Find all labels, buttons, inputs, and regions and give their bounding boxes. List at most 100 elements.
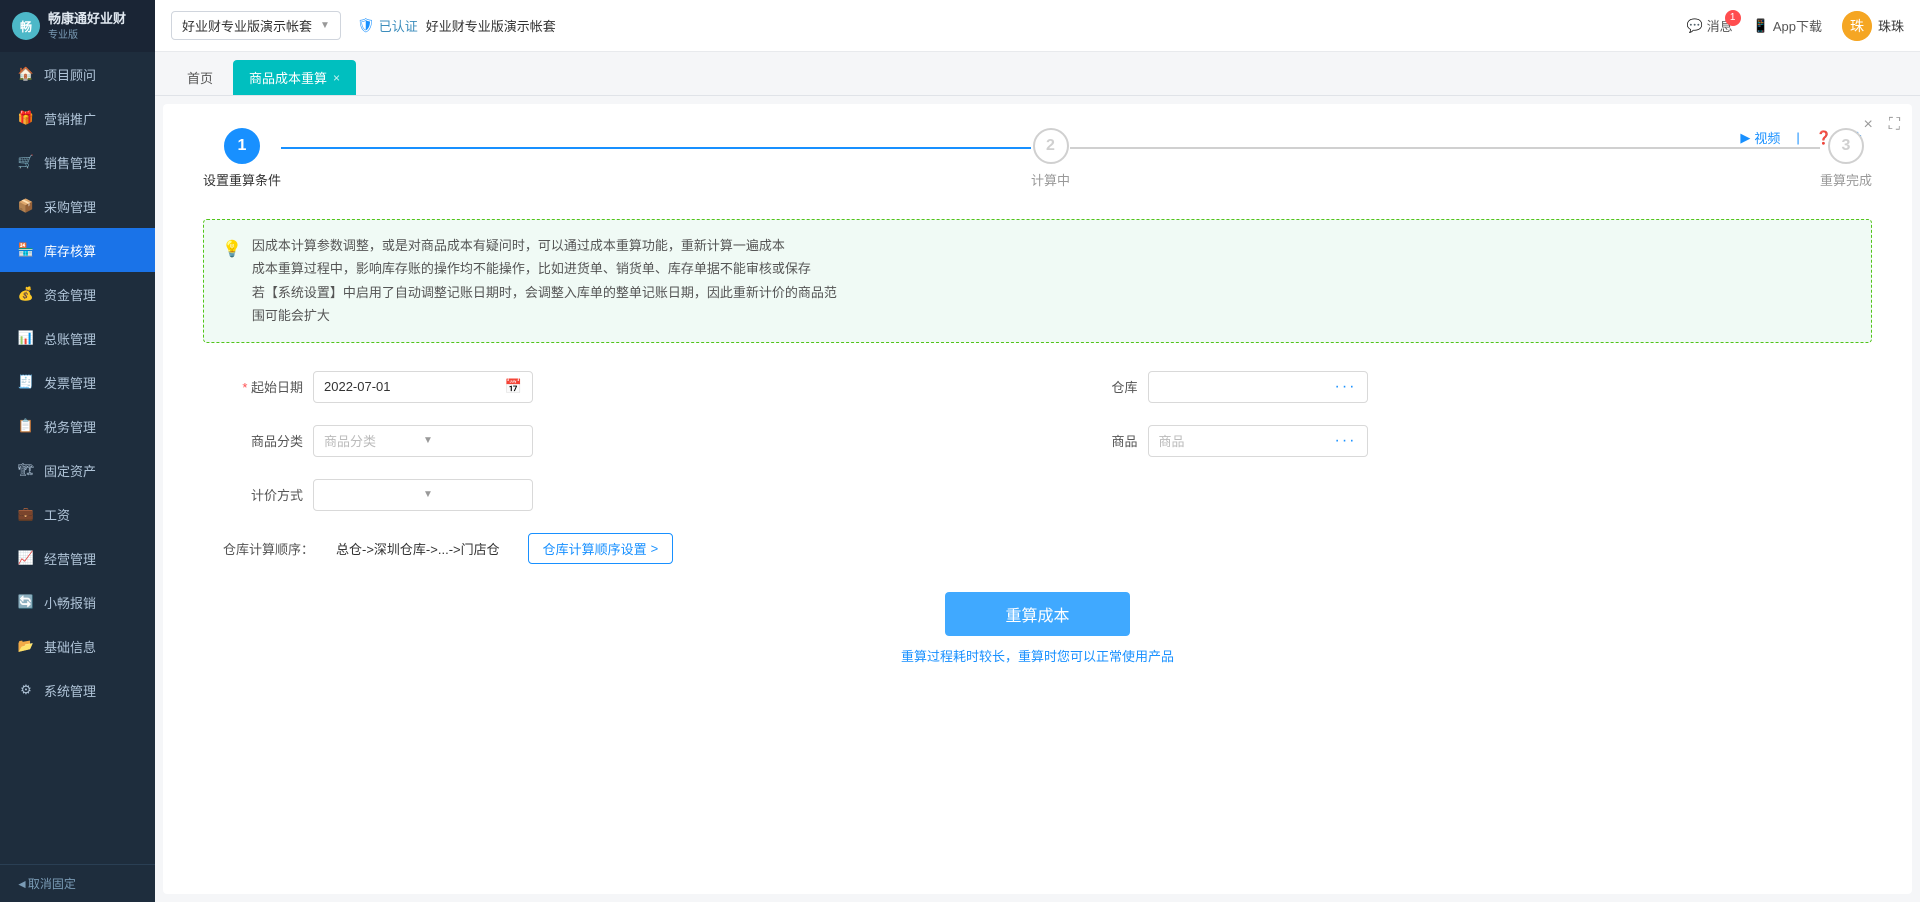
sidebar: 畅 畅康通好业财 专业版 🏠 项目顾问 🎁 营销推广 🛒 销售管理 📦 采购管理… xyxy=(0,0,155,902)
msg-badge: 1 xyxy=(1725,10,1741,26)
step-2-label: 计算中 xyxy=(1031,170,1070,189)
topbar-right: 💬 消息 1 📱 App下载 珠 珠珠 xyxy=(1686,11,1904,41)
app-download-button[interactable]: 📱 App下载 xyxy=(1753,16,1822,35)
sidebar-item-finance[interactable]: 💰 资金管理 xyxy=(0,272,155,316)
sidebar-item-system[interactable]: ⚙ 系统管理 xyxy=(0,668,155,712)
accounting-icon: 📊 xyxy=(16,328,36,348)
step-1-label: 设置重算条件 xyxy=(203,170,281,189)
warehouse-label: 仓库 xyxy=(1058,377,1138,396)
avatar-image: 珠 xyxy=(1842,11,1872,41)
info-line-1: 因成本计算参数调整，或是对商品成本有疑问时，可以通过成本重算功能，重新计算一遍成… xyxy=(252,234,837,257)
sidebar-unpin[interactable]: ◄取消固定 xyxy=(0,864,155,902)
msg-button[interactable]: 💬 消息 1 xyxy=(1686,16,1732,35)
pricing-select[interactable]: ▼ xyxy=(313,479,533,511)
form-row-1: 起始日期 📅 仓库 ··· xyxy=(223,371,1852,403)
sidebar-item-salary[interactable]: 💼 工资 xyxy=(0,492,155,536)
phone-icon: 📱 xyxy=(1753,18,1769,34)
sidebar-item-purchase[interactable]: 📦 采购管理 xyxy=(0,184,155,228)
tab-cost-recalc[interactable]: 商品成本重算 × xyxy=(233,60,356,95)
start-date-label: 起始日期 xyxy=(223,377,303,396)
form-row-3: 计价方式 ▼ xyxy=(223,479,1852,511)
recalc-button[interactable]: 重算成本 xyxy=(945,592,1129,636)
user-name: 珠珠 xyxy=(1878,16,1904,35)
salary-icon: 💼 xyxy=(16,504,36,524)
step-3-circle: 3 xyxy=(1828,128,1864,164)
category-placeholder: 商品分类 xyxy=(324,431,423,450)
tab-home[interactable]: 首页 xyxy=(171,60,229,95)
warehouse-input[interactable]: ··· xyxy=(1148,371,1368,403)
video-help-button[interactable]: ▶ 视频 xyxy=(1740,128,1780,147)
sidebar-item-accounting[interactable]: 📊 总账管理 xyxy=(0,316,155,360)
sidebar-item-inventory[interactable]: 🏪 库存核算 xyxy=(0,228,155,272)
sidebar-label-basic: 基础信息 xyxy=(44,637,96,656)
sidebar-item-project[interactable]: 🏠 项目顾问 xyxy=(0,52,155,96)
goods-input[interactable]: 商品 ··· xyxy=(1148,425,1368,457)
sidebar-item-basic[interactable]: 📂 基础信息 xyxy=(0,624,155,668)
system-icon: ⚙ xyxy=(16,680,36,700)
chevron-down-icon: ▼ xyxy=(320,20,330,31)
start-date-input[interactable]: 📅 xyxy=(313,371,533,403)
marketing-icon: 🎁 xyxy=(16,108,36,128)
app-title: 畅康通好业财 xyxy=(48,11,126,27)
expense-icon: 🔄 xyxy=(16,592,36,612)
msg-icon: 💬 xyxy=(1686,18,1702,34)
sidebar-item-assets[interactable]: 🏗 固定资产 xyxy=(0,448,155,492)
sidebar-nav: 🏠 项目顾问 🎁 营销推广 🛒 销售管理 📦 采购管理 🏪 库存核算 💰 资金管… xyxy=(0,52,155,864)
play-icon: ▶ xyxy=(1740,130,1750,146)
sidebar-label-salary: 工资 xyxy=(44,505,70,524)
info-line-2: 成本重算过程中，影响库存账的操作均不能操作，比如进货单、销货单、库存单据不能审核… xyxy=(252,257,837,280)
start-date-value[interactable] xyxy=(324,379,505,394)
certified-badge: 🛡 已认证 xyxy=(357,16,418,35)
warehouse-order-setting-button[interactable]: 仓库计算顺序设置 > xyxy=(528,533,674,564)
operation-icon: 📈 xyxy=(16,548,36,568)
project-icon: 🏠 xyxy=(16,64,36,84)
sidebar-item-expense[interactable]: 🔄 小畅报销 xyxy=(0,580,155,624)
expand-button[interactable]: ⛶ xyxy=(1885,112,1904,138)
sidebar-label-invoice: 发票管理 xyxy=(44,373,96,392)
sidebar-item-marketing[interactable]: 🎁 营销推广 xyxy=(0,96,155,140)
purchase-icon: 📦 xyxy=(16,196,36,216)
category-label: 商品分类 xyxy=(223,431,303,450)
recalc-hint: 重算过程耗时较长，重算时您可以正常使用产品 xyxy=(901,646,1174,665)
sidebar-label-operation: 经营管理 xyxy=(44,549,96,568)
video-label: 视频 xyxy=(1754,128,1780,147)
warehouse-order-row: 仓库计算顺序： 总仓->深圳仓库->...->门店仓 仓库计算顺序设置 > xyxy=(223,533,1852,564)
recalc-section: 重算成本 重算过程耗时较长，重算时您可以正常使用产品 xyxy=(203,592,1872,665)
assets-icon: 🏗 xyxy=(16,460,36,480)
pricing-label: 计价方式 xyxy=(223,485,303,504)
account-selector[interactable]: 好业财专业版演示帐套 ▼ xyxy=(171,11,341,40)
basic-icon: 📂 xyxy=(16,636,36,656)
more-icon: ··· xyxy=(1335,378,1357,396)
main-area: 好业财专业版演示帐套 ▼ 🛡 已认证 好业财专业版演示帐套 💬 消息 1 📱 A… xyxy=(155,0,1920,902)
calendar-icon[interactable]: 📅 xyxy=(505,378,522,395)
step-3: 3 重算完成 xyxy=(1820,128,1872,189)
sidebar-label-sales: 销售管理 xyxy=(44,153,96,172)
start-date-field: 起始日期 📅 xyxy=(223,371,1018,403)
sidebar-label-accounting: 总账管理 xyxy=(44,329,96,348)
info-line-4: 围可能会扩大 xyxy=(252,304,837,327)
step-2-circle: 2 xyxy=(1033,128,1069,164)
user-profile[interactable]: 珠 珠珠 xyxy=(1842,11,1904,41)
sidebar-label-expense: 小畅报销 xyxy=(44,593,96,612)
pricing-field: 计价方式 ▼ xyxy=(223,479,1018,511)
warehouse-field: 仓库 ··· xyxy=(1058,371,1853,403)
sidebar-item-operation[interactable]: 📈 经营管理 xyxy=(0,536,155,580)
tabbar: 首页 商品成本重算 × xyxy=(155,52,1920,96)
sidebar-logo: 畅 畅康通好业财 专业版 xyxy=(0,0,155,52)
avatar: 珠 xyxy=(1842,11,1872,41)
warning-icon: 💡 xyxy=(222,236,242,265)
category-select[interactable]: 商品分类 ▼ xyxy=(313,425,533,457)
chevron-right-icon: > xyxy=(651,541,659,556)
form-row-2: 商品分类 商品分类 ▼ 商品 商品 ··· xyxy=(223,425,1852,457)
tab-close-icon[interactable]: × xyxy=(333,71,340,85)
sidebar-item-invoice[interactable]: 🧾 发票管理 xyxy=(0,360,155,404)
app-download-label: App下载 xyxy=(1773,16,1822,35)
goods-label: 商品 xyxy=(1058,431,1138,450)
sidebar-item-tax[interactable]: 📋 税务管理 xyxy=(0,404,155,448)
sidebar-label-assets: 固定资产 xyxy=(44,461,96,480)
account-name: 好业财专业版演示帐套 xyxy=(182,16,312,35)
goods-placeholder: 商品 xyxy=(1159,431,1335,450)
sidebar-item-sales[interactable]: 🛒 销售管理 xyxy=(0,140,155,184)
info-line-3: 若【系统设置】中启用了自动调整记账日期时，会调整入库单的整单记账日期，因此重新计… xyxy=(252,281,837,304)
sidebar-label-inventory: 库存核算 xyxy=(44,241,96,260)
